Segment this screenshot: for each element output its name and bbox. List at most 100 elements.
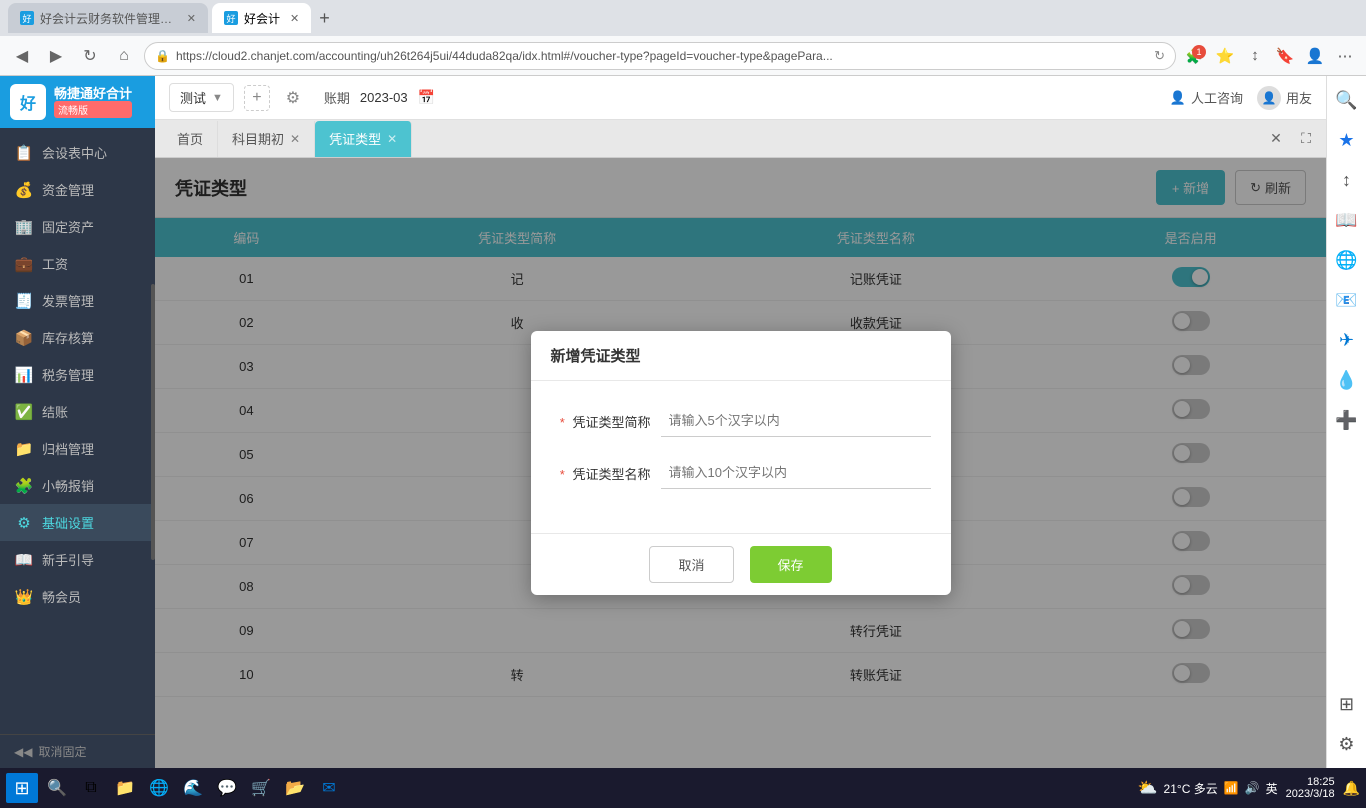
rs-bookmark-icon[interactable]: ★ bbox=[1331, 124, 1363, 156]
taskbar-task-view-icon[interactable]: ⧉ bbox=[76, 773, 106, 803]
sidebar-item-funds[interactable]: 💰 资金管理 bbox=[0, 171, 155, 208]
taskbar-file-explorer-icon[interactable]: 📁 bbox=[110, 773, 140, 803]
taskbar-volume-icon[interactable]: 🔊 bbox=[1245, 781, 1260, 795]
consult-label: 人工咨询 bbox=[1191, 88, 1243, 107]
sidebar-footer[interactable]: ◀◀ 取消固定 bbox=[0, 734, 155, 768]
tab-subjects-close[interactable]: ✕ bbox=[290, 132, 300, 146]
user-name: 用友 bbox=[1286, 88, 1312, 107]
workspace-settings-icon[interactable]: ⚙ bbox=[280, 85, 306, 111]
browser-tab-1[interactable]: 好 好会计云财务软件管理系统_会计 ✕ bbox=[8, 3, 208, 33]
taskbar-folder-icon[interactable]: 📂 bbox=[280, 773, 310, 803]
taskbar-wechat-icon[interactable]: 💬 bbox=[212, 773, 242, 803]
edge-profile-icon[interactable]: 👤 bbox=[1302, 43, 1328, 69]
taskbar-store-icon[interactable]: 🛒 bbox=[246, 773, 276, 803]
tab2-close[interactable]: ✕ bbox=[290, 12, 299, 25]
guide-label: 新手引导 bbox=[42, 550, 94, 569]
workspace-selector[interactable]: 测试 ▼ bbox=[169, 83, 234, 112]
rs-edge-icon[interactable]: 🌐 bbox=[1331, 244, 1363, 276]
rs-collections-icon[interactable]: ↕ bbox=[1331, 164, 1363, 196]
modal-overlay[interactable]: 新增凭证类型 * 凭证类型简称 * bbox=[155, 158, 1326, 768]
cancel-button[interactable]: 取消 bbox=[649, 546, 733, 583]
name-input[interactable] bbox=[661, 457, 931, 489]
tab-home[interactable]: 首页 bbox=[163, 121, 218, 157]
rs-shopping-icon[interactable]: 💧 bbox=[1331, 364, 1363, 396]
close-tab-button[interactable]: ✕ bbox=[1264, 127, 1288, 151]
bookmark-icon[interactable]: ⭐ bbox=[1212, 43, 1238, 69]
address-bar[interactable]: 🔒 https://cloud2.chanjet.com/accounting/… bbox=[144, 42, 1176, 70]
name-form-row: * 凭证类型名称 bbox=[551, 457, 931, 489]
taskbar-network-icon[interactable]: 📶 bbox=[1224, 781, 1239, 795]
taskbar-weather-icon[interactable]: ⛅ bbox=[1138, 778, 1158, 798]
tab1-close[interactable]: ✕ bbox=[187, 12, 196, 25]
logo-symbol: 好 bbox=[20, 90, 36, 114]
archive-label: 归档管理 bbox=[42, 439, 94, 458]
sidebar-item-invoice[interactable]: 🧾 发票管理 bbox=[0, 282, 155, 319]
new-tab-button[interactable]: + bbox=[315, 8, 334, 29]
more-menu-icon[interactable]: ⋯ bbox=[1332, 43, 1358, 69]
rs-add-icon[interactable]: ➕ bbox=[1331, 404, 1363, 436]
back-button[interactable]: ◀ bbox=[8, 42, 36, 70]
pin-left-icon: ◀◀ bbox=[14, 745, 32, 759]
taskbar-start-button[interactable]: ⊞ bbox=[6, 773, 38, 803]
sidebar-item-basic-settings[interactable]: ⚙ 基础设置 bbox=[0, 504, 155, 541]
workspace-chevron-icon: ▼ bbox=[212, 92, 223, 104]
salary-label: 工资 bbox=[42, 254, 68, 273]
page-content: 凭证类型 + 新增 ↻ 刷新 编码 凭证类型简称 凭证类型名称 是否启用 bbox=[155, 158, 1326, 768]
sidebar-item-expense[interactable]: 🧩 小畅报销 bbox=[0, 467, 155, 504]
tab-subjects[interactable]: 科目期初 ✕ bbox=[218, 121, 315, 157]
sidebar-item-salary[interactable]: 💼 工资 bbox=[0, 245, 155, 282]
user-avatar-icon: 👤 bbox=[1262, 91, 1277, 105]
taskbar-clock[interactable]: 18:25 2023/3/18 bbox=[1286, 776, 1335, 800]
sidebar-item-fixed-assets[interactable]: 🏢 固定资产 bbox=[0, 208, 155, 245]
tab1-title: 好会计云财务软件管理系统_会计 bbox=[40, 10, 177, 27]
calendar-icon[interactable]: 📅 bbox=[418, 89, 435, 106]
logo-text-block: 畅捷通好合计 流畅版 bbox=[54, 86, 132, 119]
taskbar-mail-icon[interactable]: ✉ bbox=[314, 773, 344, 803]
forward-button[interactable]: ▶ bbox=[42, 42, 70, 70]
home-button[interactable]: ⌂ bbox=[110, 42, 138, 70]
name-label: * 凭证类型名称 bbox=[551, 464, 661, 483]
rs-settings-icon[interactable]: ⚙ bbox=[1331, 728, 1363, 760]
sidebar-item-checkout[interactable]: ✅ 结账 bbox=[0, 393, 155, 430]
favorites-icon[interactable]: 🔖 bbox=[1272, 43, 1298, 69]
funds-icon: 💰 bbox=[14, 181, 34, 199]
tab-voucher-type[interactable]: 凭证类型 ✕ bbox=[315, 121, 412, 157]
sidebar-item-tax[interactable]: 📊 税务管理 bbox=[0, 356, 155, 393]
collections-icon[interactable]: ↕ bbox=[1242, 43, 1268, 69]
name-required-mark: * bbox=[560, 467, 565, 482]
add-workspace-button[interactable]: + bbox=[244, 85, 270, 111]
tab-voucher-type-close[interactable]: ✕ bbox=[387, 132, 397, 146]
abbr-input[interactable] bbox=[661, 405, 931, 437]
sidebar-item-settings-center[interactable]: 📋 会设表中心 bbox=[0, 134, 155, 171]
taskbar-notification-icon[interactable]: 🔔 bbox=[1343, 780, 1360, 797]
rs-bing-icon[interactable]: ✈ bbox=[1331, 324, 1363, 356]
sidebar-item-inventory[interactable]: 📦 库存核算 bbox=[0, 319, 155, 356]
guide-icon: 📖 bbox=[14, 551, 34, 569]
browser-tab-2[interactable]: 好 好会计 ✕ bbox=[212, 3, 311, 33]
sidebar-item-member[interactable]: 👑 畅会员 bbox=[0, 578, 155, 615]
rs-history-icon[interactable]: 📖 bbox=[1331, 204, 1363, 236]
maximize-tab-button[interactable]: ⛶ bbox=[1294, 127, 1318, 151]
member-icon: 👑 bbox=[14, 588, 34, 606]
reload-button[interactable]: ↻ bbox=[76, 42, 104, 70]
rs-grid-icon[interactable]: ⊞ bbox=[1331, 688, 1363, 720]
funds-label: 资金管理 bbox=[42, 180, 94, 199]
rs-outlook-icon[interactable]: 📧 bbox=[1331, 284, 1363, 316]
left-sidebar: 好 畅捷通好合计 流畅版 📋 会设表中心 💰 资金管理 🏢 固定资产 💼 bbox=[0, 76, 155, 768]
taskbar-systray: ⛅ 21°C 多云 📶 🔊 英 bbox=[1138, 778, 1278, 798]
settings-center-icon: 📋 bbox=[14, 144, 34, 162]
tax-label: 税务管理 bbox=[42, 365, 94, 384]
sidebar-item-guide[interactable]: 📖 新手引导 bbox=[0, 541, 155, 578]
sidebar-item-archive[interactable]: 📁 归档管理 bbox=[0, 430, 155, 467]
settings-center-label: 会设表中心 bbox=[42, 143, 107, 162]
taskbar-search-icon[interactable]: 🔍 bbox=[42, 773, 72, 803]
consult-button[interactable]: 👤 人工咨询 bbox=[1170, 88, 1243, 107]
taskbar-ime-indicator[interactable]: 英 bbox=[1266, 780, 1278, 797]
save-button[interactable]: 保存 bbox=[750, 546, 832, 583]
rs-search-icon[interactable]: 🔍 bbox=[1331, 84, 1363, 116]
taskbar-edge-icon[interactable]: 🌊 bbox=[178, 773, 208, 803]
user-info[interactable]: 👤 用友 bbox=[1257, 86, 1312, 110]
tax-icon: 📊 bbox=[14, 366, 34, 384]
taskbar-chrome-icon[interactable]: 🌐 bbox=[144, 773, 174, 803]
extensions-icon[interactable]: 🧩 1 bbox=[1182, 43, 1208, 69]
